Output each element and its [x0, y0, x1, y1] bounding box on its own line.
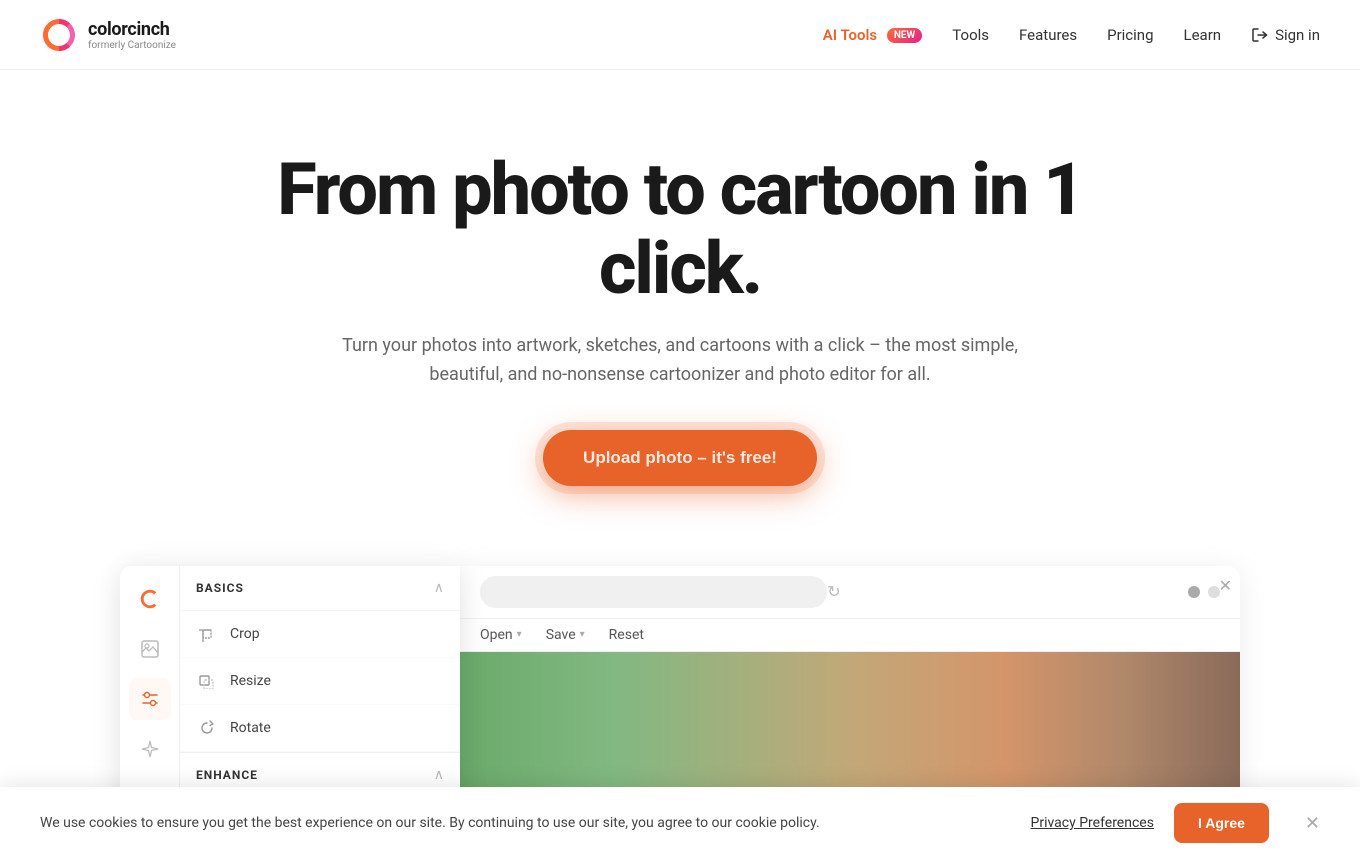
- editor-sidebar: BASICS ∧ Crop: [120, 566, 460, 812]
- upload-button[interactable]: Upload photo – it's free!: [543, 430, 817, 486]
- cookie-message: We use cookies to ensure you get the bes…: [40, 815, 1031, 831]
- cookie-banner: We use cookies to ensure you get the bes…: [0, 787, 1360, 859]
- logo-text: colorcinch formerly Cartoonize: [88, 19, 176, 51]
- toolbar-dots: [1188, 586, 1220, 598]
- editor-actions: Open ▾ Save ▾ Reset 🦸 ✕: [460, 619, 1240, 652]
- hero-section: From photo to cartoon in 1 click. Turn y…: [0, 70, 1360, 526]
- open-button[interactable]: Open ▾: [480, 627, 522, 643]
- cookie-actions: Privacy Preferences I Agree ✕: [1031, 803, 1321, 843]
- toolbar-search-bar: [480, 576, 827, 608]
- signin-icon: [1251, 26, 1269, 44]
- editor-toolbar: ↻: [460, 566, 1240, 619]
- signin-button[interactable]: Sign in: [1251, 26, 1320, 44]
- new-badge: NEW: [887, 28, 922, 43]
- logo-name: colorcinch: [88, 19, 176, 40]
- basics-title: BASICS: [196, 581, 244, 595]
- rotate-label: Rotate: [230, 720, 271, 736]
- privacy-preferences-link[interactable]: Privacy Preferences: [1031, 815, 1154, 831]
- sidebar-logo-icon[interactable]: [129, 578, 171, 620]
- editor-main: ↻ Open ▾ Save ▾ Reset 🦸 ✕: [460, 566, 1240, 812]
- save-chevron: ▾: [580, 629, 585, 640]
- agree-button[interactable]: I Agree: [1174, 803, 1269, 843]
- toolbar-reload-icon[interactable]: ↻: [827, 582, 840, 601]
- signin-label: Sign in: [1275, 26, 1320, 44]
- dot-1: [1188, 586, 1200, 598]
- sidebar-image-icon[interactable]: [129, 628, 171, 670]
- reset-button[interactable]: Reset: [609, 627, 644, 643]
- editor-preview: BASICS ∧ Crop: [80, 566, 1280, 812]
- hero-headline: From photo to cartoon in 1 click.: [230, 150, 1130, 308]
- sidebar-adjust-icon[interactable]: [129, 678, 171, 720]
- nav-links: AI Tools NEW Tools Features Pricing Lear…: [823, 26, 1320, 44]
- rotate-icon: [196, 717, 218, 739]
- logo[interactable]: colorcinch formerly Cartoonize: [40, 16, 176, 54]
- open-chevron: ▾: [517, 629, 522, 640]
- enhance-toggle[interactable]: ∧: [434, 767, 444, 783]
- hero-subtext: Turn your photos into artwork, sketches,…: [340, 332, 1020, 390]
- logo-sub: formerly Cartoonize: [88, 40, 176, 51]
- nav-learn[interactable]: Learn: [1184, 26, 1222, 44]
- resize-icon: [196, 670, 218, 692]
- sidebar-icon-rail: [120, 566, 180, 812]
- enhance-title: ENHANCE: [196, 768, 258, 782]
- nav-tools[interactable]: Tools: [952, 26, 989, 44]
- crop-label: Crop: [230, 626, 260, 642]
- basics-section-header: BASICS ∧: [180, 566, 460, 611]
- basics-toggle[interactable]: ∧: [434, 580, 444, 596]
- nav-features[interactable]: Features: [1019, 26, 1077, 44]
- navbar: colorcinch formerly Cartoonize AI Tools …: [0, 0, 1360, 70]
- resize-label: Resize: [230, 673, 271, 689]
- nav-pricing[interactable]: Pricing: [1107, 26, 1153, 44]
- tool-crop[interactable]: Crop: [180, 611, 460, 658]
- tool-resize[interactable]: Resize: [180, 658, 460, 705]
- save-button[interactable]: Save ▾: [546, 627, 585, 643]
- editor-close-button[interactable]: ✕: [1219, 576, 1232, 595]
- tool-rotate[interactable]: Rotate: [180, 705, 460, 752]
- sidebar-sparkle-icon[interactable]: [129, 728, 171, 770]
- nav-ai-tools[interactable]: AI Tools NEW: [823, 26, 923, 44]
- crop-icon: [196, 623, 218, 645]
- logo-icon: [40, 16, 78, 54]
- close-banner-button[interactable]: ✕: [1305, 813, 1320, 834]
